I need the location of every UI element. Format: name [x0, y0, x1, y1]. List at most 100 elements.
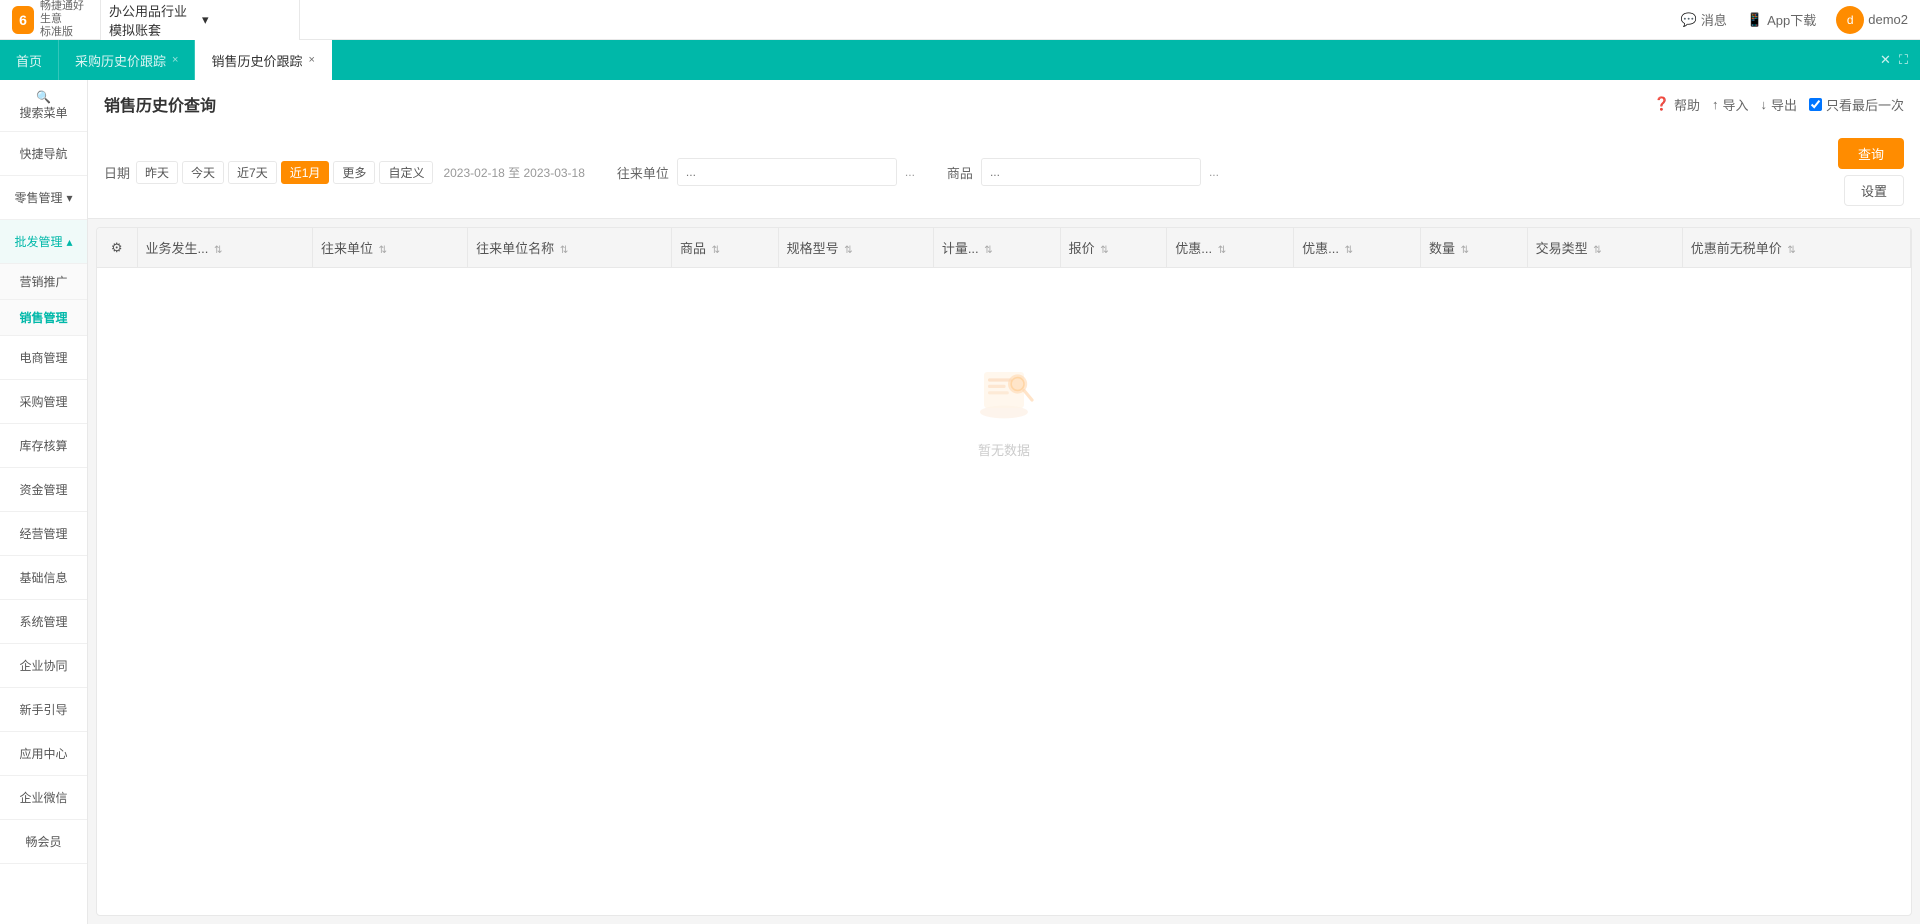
tab-bar-right: ✕ ⛶: [1868, 52, 1920, 68]
tab-home[interactable]: 首页: [0, 40, 59, 80]
top-bar-right: 💬 消息 📱 App下载 d demo2: [1681, 6, 1908, 34]
message-btn[interactable]: 💬 消息: [1681, 10, 1727, 29]
date-btn-yesterday[interactable]: 昨天: [136, 161, 178, 184]
message-icon: 💬: [1681, 12, 1697, 28]
sort-biz-date-icon: ⇅: [214, 245, 222, 256]
date-btn-1month[interactable]: 近1月: [281, 161, 330, 184]
th-quote[interactable]: 报价 ⇅: [1060, 228, 1167, 268]
sort-partner-code-icon: ⇅: [379, 245, 387, 256]
sort-quote-icon: ⇅: [1100, 245, 1108, 256]
th-discount1[interactable]: 优惠... ⇅: [1167, 228, 1294, 268]
export-btn[interactable]: ↓ 导出: [1760, 95, 1797, 114]
date-btn-more[interactable]: 更多: [333, 161, 375, 184]
tab-bar: 首页 采购历史价跟踪 × 销售历史价跟踪 × ✕ ⛶: [0, 40, 1920, 80]
app-selector-label: 办公用品行业模拟账套: [109, 1, 198, 39]
sidebar-item-quick-nav[interactable]: 快捷导航: [0, 132, 87, 176]
app-selector[interactable]: 办公用品行业模拟账套 ▾: [100, 0, 300, 44]
tab-purchase-history-close[interactable]: ×: [172, 54, 178, 66]
partner-more[interactable]: ...: [905, 165, 915, 179]
logo-icon: 6: [12, 6, 34, 34]
th-quantity[interactable]: 数量 ⇅: [1420, 228, 1527, 268]
data-table: ⚙ 业务发生... ⇅ 往来单位 ⇅ 往来单位名称 ⇅: [97, 228, 1911, 268]
sidebar-item-basic-info[interactable]: 基础信息: [0, 556, 87, 600]
sidebar-item-app-center[interactable]: 应用中心: [0, 732, 87, 776]
sort-discount1-icon: ⇅: [1218, 245, 1226, 256]
avatar: d: [1836, 6, 1864, 34]
th-settings[interactable]: ⚙: [97, 228, 137, 268]
goods-label: 商品: [947, 163, 973, 182]
partner-filter: 往来单位 ...: [617, 158, 915, 186]
th-partner-name[interactable]: 往来单位名称 ⇅: [468, 228, 672, 268]
sidebar-item-operation-mgmt[interactable]: 经营管理: [0, 512, 87, 556]
th-biz-date[interactable]: 业务发生... ⇅: [137, 228, 312, 268]
tab-sales-history[interactable]: 销售历史价跟踪 ×: [195, 40, 331, 80]
th-goods[interactable]: 商品 ⇅: [671, 228, 778, 268]
sidebar-item-search-menu[interactable]: 🔍 搜索菜单: [0, 80, 87, 132]
tab-sales-history-label: 销售历史价跟踪: [211, 51, 302, 70]
import-btn[interactable]: ↑ 导入: [1712, 95, 1749, 114]
retail-chevron-icon: ▾: [66, 191, 72, 205]
date-range: 2023-02-18 至 2023-03-18: [443, 164, 584, 181]
sidebar-item-member[interactable]: 畅会员: [0, 820, 87, 864]
help-btn[interactable]: ❓ 帮助: [1654, 95, 1700, 114]
app-download-btn[interactable]: 📱 App下载: [1747, 10, 1816, 29]
sidebar-sub-wholesale: 营销推广 销售管理: [0, 264, 87, 336]
user-btn[interactable]: d demo2: [1836, 6, 1908, 34]
th-trade-type[interactable]: 交易类型 ⇅: [1527, 228, 1682, 268]
sidebar-item-inventory[interactable]: 库存核算: [0, 424, 87, 468]
sidebar-item-enterprise-wechat[interactable]: 企业微信: [0, 776, 87, 820]
help-icon: ❓: [1654, 96, 1670, 112]
date-filter: 日期 昨天 今天 近7天 近1月 更多 自定义 2023-02-18 至 202…: [104, 161, 585, 184]
sidebar-item-retail-mgmt[interactable]: 零售管理 ▾: [0, 176, 87, 220]
th-discount2[interactable]: 优惠... ⇅: [1294, 228, 1421, 268]
wholesale-chevron-icon: ▴: [66, 235, 72, 249]
only-last-input[interactable]: [1809, 98, 1822, 111]
tab-home-label: 首页: [16, 51, 42, 70]
partner-label: 往来单位: [617, 163, 669, 182]
fullscreen-icon[interactable]: ⛶: [1899, 52, 1908, 68]
logo-area: 6 畅捷通好生意 标准版: [12, 0, 92, 39]
sidebar-item-finance-mgmt[interactable]: 资金管理: [0, 468, 87, 512]
sidebar-item-wholesale-mgmt[interactable]: 批发管理 ▴: [0, 220, 87, 264]
sidebar-item-marketing[interactable]: 营销推广: [0, 264, 87, 300]
sidebar-item-enterprise-collab[interactable]: 企业协同: [0, 644, 87, 688]
sidebar-item-new-guide[interactable]: 新手引导: [0, 688, 87, 732]
table-header-row: ⚙ 业务发生... ⇅ 往来单位 ⇅ 往来单位名称 ⇅: [97, 228, 1911, 268]
page-actions: ❓ 帮助 ↑ 导入 ↓ 导出 只看最后一次: [1654, 95, 1904, 114]
main-layout: 🔍 搜索菜单 快捷导航 零售管理 ▾ 批发管理 ▴ 营销推广 销售管理 电商管理…: [0, 80, 1920, 924]
sort-spec-icon: ⇅: [844, 245, 852, 256]
only-last-checkbox[interactable]: 只看最后一次: [1809, 95, 1904, 114]
th-partner-code[interactable]: 往来单位 ⇅: [312, 228, 467, 268]
sort-trade-type-icon: ⇅: [1593, 245, 1601, 256]
sidebar-item-ecommerce-mgmt[interactable]: 电商管理: [0, 336, 87, 380]
export-icon: ↓: [1760, 97, 1767, 112]
query-btn[interactable]: 查询: [1838, 138, 1904, 169]
th-pre-tax-price[interactable]: 优惠前无税单价 ⇅: [1682, 228, 1910, 268]
sidebar-item-sales-mgmt[interactable]: 销售管理: [0, 300, 87, 336]
empty-state-icon: [964, 348, 1044, 428]
top-bar: 6 畅捷通好生意 标准版 办公用品行业模拟账套 ▾ 💬 消息 📱 App下载 d…: [0, 0, 1920, 40]
date-btn-7days[interactable]: 近7天: [228, 161, 277, 184]
chevron-down-icon: ▾: [202, 12, 291, 28]
close-all-icon[interactable]: ✕: [1880, 52, 1891, 68]
tab-sales-history-close[interactable]: ×: [308, 54, 314, 66]
filter-action-btns: 查询 设置: [1838, 138, 1904, 206]
date-buttons: 昨天 今天 近7天 近1月 更多 自定义: [136, 161, 433, 184]
partner-input[interactable]: [677, 158, 897, 186]
date-label: 日期: [104, 163, 130, 182]
tab-purchase-history[interactable]: 采购历史价跟踪 ×: [59, 40, 195, 80]
page-title: 销售历史价查询: [104, 92, 216, 116]
th-unit[interactable]: 计量... ⇅: [933, 228, 1060, 268]
sidebar-item-system-mgmt[interactable]: 系统管理: [0, 600, 87, 644]
sort-partner-name-icon: ⇅: [560, 245, 568, 256]
th-spec[interactable]: 规格型号 ⇅: [778, 228, 933, 268]
goods-more[interactable]: ...: [1209, 165, 1219, 179]
date-btn-custom[interactable]: 自定义: [379, 161, 433, 184]
sort-pre-tax-price-icon: ⇅: [1787, 245, 1795, 256]
sidebar-item-purchase-mgmt[interactable]: 采购管理: [0, 380, 87, 424]
goods-input[interactable]: [981, 158, 1201, 186]
empty-state: 暂无数据: [97, 268, 1911, 539]
date-btn-today[interactable]: 今天: [182, 161, 224, 184]
settings-btn[interactable]: 设置: [1844, 175, 1904, 206]
sidebar: 🔍 搜索菜单 快捷导航 零售管理 ▾ 批发管理 ▴ 营销推广 销售管理 电商管理…: [0, 80, 88, 924]
